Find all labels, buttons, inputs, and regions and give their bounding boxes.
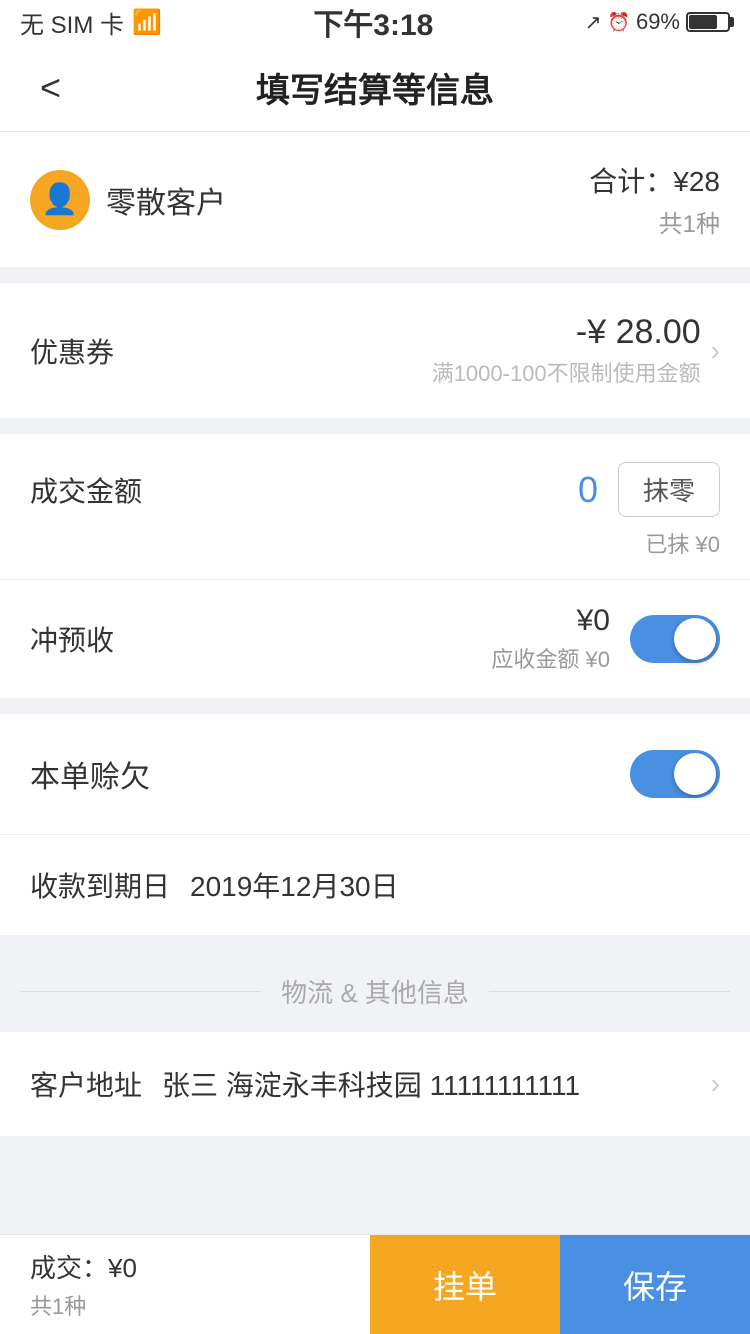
- debit-toggle-knob: [674, 753, 716, 795]
- deal-amount-label: 成交金额: [30, 470, 142, 510]
- address-row[interactable]: 客户地址 张三 海淀永丰科技园 11111111111 ›: [0, 1032, 750, 1136]
- pre-sub-amount: 应收金额 ¥0: [491, 642, 610, 674]
- logistics-separator: 物流 & 其他信息: [0, 951, 750, 1032]
- wifi-icon: 📶: [132, 8, 162, 37]
- page-title: 填写结算等信息: [256, 63, 494, 112]
- alarm-icon: ⏰: [608, 12, 630, 33]
- status-left: 无 SIM 卡 📶: [20, 5, 162, 40]
- debit-toggle[interactable]: [630, 750, 720, 798]
- pre-receive-toggle[interactable]: [630, 615, 720, 663]
- customer-right: 合计：¥28 共1种: [589, 160, 720, 239]
- address-chevron-icon: ›: [711, 1068, 720, 1100]
- pre-receive-row: 冲预收 ¥0 应收金额 ¥0: [0, 579, 750, 698]
- bottom-deal-value: ¥0: [108, 1253, 137, 1283]
- coupon-section[interactable]: 优惠券 -¥ 28.00 满1000-100不限制使用金额 ›: [0, 283, 750, 418]
- pre-right: ¥0 应收金额 ¥0: [491, 604, 720, 674]
- due-date-label: 收款到期日: [30, 865, 170, 905]
- round-zero-button[interactable]: 抹零: [618, 462, 720, 517]
- coupon-right: -¥ 28.00 满1000-100不限制使用金额 ›: [432, 313, 720, 388]
- pre-main-amount: ¥0: [491, 604, 610, 638]
- coupon-row[interactable]: 优惠券 -¥ 28.00 满1000-100不限制使用金额 ›: [0, 283, 750, 418]
- nav-bar: < 填写结算等信息: [0, 44, 750, 132]
- debit-section: 本单赊欠 收款到期日 2019年12月30日: [0, 714, 750, 935]
- bottom-info: 成交：¥0 共1种: [0, 1235, 370, 1334]
- status-bar: 无 SIM 卡 📶 下午3:18 ↗ ⏰ 69%: [0, 0, 750, 44]
- total-count: 共1种: [589, 204, 720, 239]
- save-button[interactable]: 保存: [560, 1235, 750, 1334]
- deal-right: 0 抹零: [578, 462, 720, 517]
- location-icon: ↗: [585, 10, 602, 35]
- battery-percent: 69%: [636, 9, 680, 35]
- chevron-right-icon: ›: [711, 335, 720, 367]
- customer-avatar: 👤: [30, 170, 90, 230]
- toggle-knob: [674, 618, 716, 660]
- pre-receive-label: 冲预收: [30, 619, 114, 659]
- separator-line-left: [20, 991, 261, 992]
- sim-label: 无 SIM 卡: [20, 5, 124, 40]
- coupon-values: -¥ 28.00 满1000-100不限制使用金额: [432, 313, 701, 388]
- status-right: ↗ ⏰ 69%: [585, 9, 730, 35]
- avatar-icon: 👤: [41, 182, 78, 217]
- customer-name: 零散客户: [106, 178, 226, 222]
- due-date-value: 2019年12月30日: [190, 865, 399, 905]
- coupon-label: 优惠券: [30, 331, 114, 371]
- debit-label: 本单赊欠: [30, 752, 150, 796]
- deal-value: 0: [578, 469, 598, 511]
- address-section[interactable]: 客户地址 张三 海淀永丰科技园 11111111111 ›: [0, 1032, 750, 1136]
- coupon-discount: -¥ 28.00: [576, 313, 701, 352]
- pre-amounts: ¥0 应收金额 ¥0: [491, 604, 610, 674]
- already-erased: 已抹 ¥0: [0, 527, 750, 579]
- bottom-deal-label: 成交：¥0: [30, 1248, 340, 1285]
- bottom-deal-prefix: 成交：: [30, 1253, 108, 1283]
- bottom-bar: 成交：¥0 共1种 挂单 保存: [0, 1234, 750, 1334]
- status-time: 下午3:18: [313, 0, 433, 44]
- coupon-desc: 满1000-100不限制使用金额: [432, 356, 701, 388]
- debit-row: 本单赊欠: [0, 714, 750, 834]
- separator-line-right: [489, 991, 730, 992]
- due-date-row: 收款到期日 2019年12月30日: [0, 834, 750, 935]
- address-value: 张三 海淀永丰科技园 11111111111: [162, 1064, 701, 1104]
- customer-section: 👤 零散客户 合计：¥28 共1种: [0, 132, 750, 267]
- back-button[interactable]: <: [30, 57, 71, 119]
- battery-icon: [686, 12, 730, 32]
- deal-amount-row: 成交金额 0 抹零: [0, 434, 750, 527]
- separator-text: 物流 & 其他信息: [281, 973, 469, 1010]
- deal-section: 成交金额 0 抹零 已抹 ¥0 冲预收 ¥0 应收金额 ¥0: [0, 434, 750, 698]
- address-label: 客户地址: [30, 1064, 142, 1104]
- total-amount: 合计：¥28: [589, 160, 720, 200]
- customer-row: 👤 零散客户 合计：¥28 共1种: [0, 132, 750, 267]
- hold-button[interactable]: 挂单: [370, 1235, 560, 1334]
- bottom-count: 共1种: [30, 1289, 340, 1321]
- customer-left: 👤 零散客户: [30, 170, 226, 230]
- content: 👤 零散客户 合计：¥28 共1种 优惠券 -¥ 28.00 满1000-100…: [0, 132, 750, 1262]
